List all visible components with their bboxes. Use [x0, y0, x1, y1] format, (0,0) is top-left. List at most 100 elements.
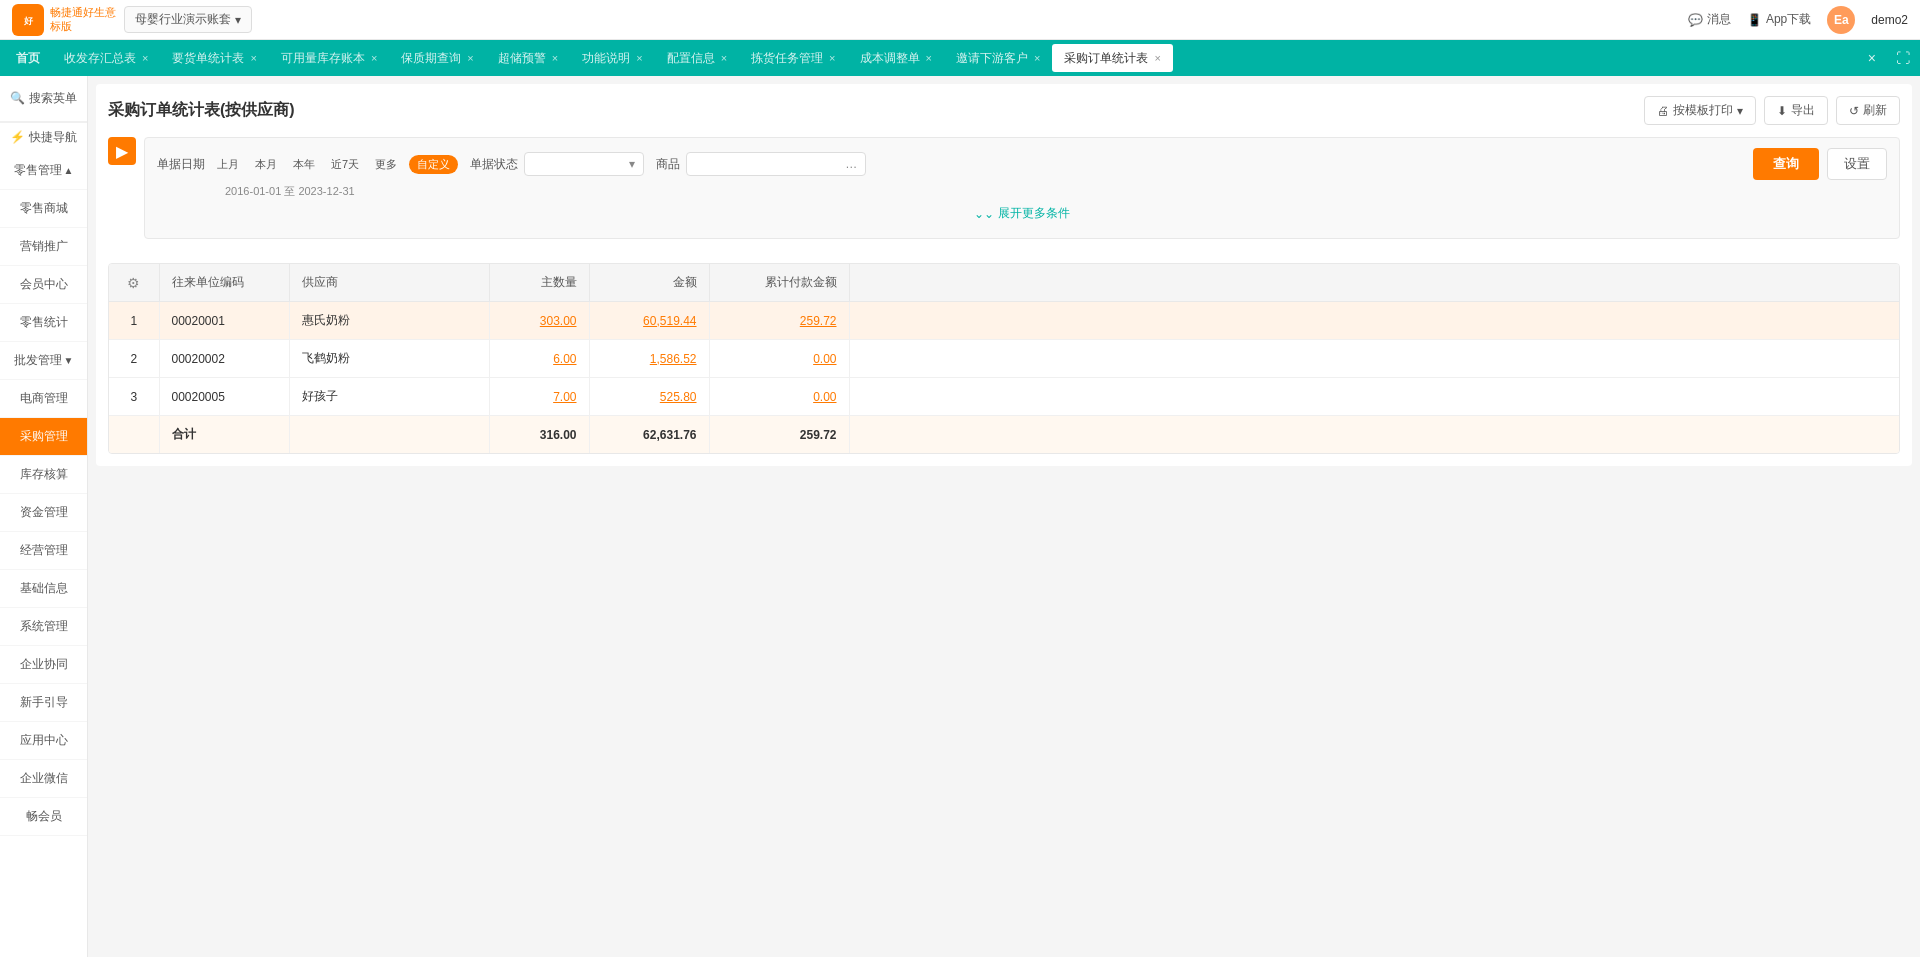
- close-icon[interactable]: ×: [371, 52, 377, 64]
- sidebar-item-member-center[interactable]: 会员中心: [0, 266, 87, 304]
- td-qty[interactable]: 303.00: [489, 302, 589, 340]
- tab-jianhuo[interactable]: 拣货任务管理 ×: [739, 44, 847, 72]
- td-amount[interactable]: 525.80: [589, 378, 709, 416]
- tab-home[interactable]: 首页: [4, 44, 52, 72]
- close-icon[interactable]: ×: [721, 52, 727, 64]
- settings-button[interactable]: 设置: [1827, 148, 1887, 180]
- nav-close-btn[interactable]: ×: [1862, 48, 1882, 68]
- expand-button[interactable]: ⌄⌄ 展开更多条件: [974, 205, 1070, 222]
- sidebar-item-finance[interactable]: 资金管理: [0, 494, 87, 532]
- sidebar-item-newbie[interactable]: 新手引导: [0, 684, 87, 722]
- td-paid[interactable]: 259.72: [709, 302, 849, 340]
- avatar[interactable]: Ea: [1827, 6, 1855, 34]
- sidebar-nav-button[interactable]: ⚡ 快捷导航: [0, 122, 87, 152]
- query-button[interactable]: 查询: [1753, 148, 1819, 180]
- tab-peizhi[interactable]: 配置信息 ×: [655, 44, 739, 72]
- nav-expand-btn[interactable]: ⛶: [1890, 48, 1916, 68]
- tab-caigou-active[interactable]: 采购订单统计表 ×: [1052, 44, 1172, 72]
- sidebar-label: 库存核算: [20, 466, 68, 483]
- td-amount[interactable]: 1,586.52: [589, 340, 709, 378]
- sidebar-item-retail-stats[interactable]: 零售统计: [0, 304, 87, 342]
- shortcut-7days[interactable]: 近7天: [325, 155, 365, 174]
- tab-shoufacun[interactable]: 收发存汇总表 ×: [52, 44, 160, 72]
- table-body: 1 00020001 惠氏奶粉 303.00 60,519.44 259.72 …: [109, 302, 1899, 416]
- page-actions: 🖨 按模板打印 ▾ ⬇ 导出 ↺ 刷新: [1644, 96, 1900, 125]
- sidebar-label: 零售商城: [20, 200, 68, 217]
- table-settings-icon[interactable]: ⚙: [127, 275, 140, 291]
- print-button[interactable]: 🖨 按模板打印 ▾: [1644, 96, 1756, 125]
- message-action[interactable]: 💬 消息: [1688, 11, 1731, 28]
- chevron-icon: ▼: [64, 355, 74, 366]
- sidebar-item-member[interactable]: 畅会员: [0, 798, 87, 836]
- close-icon[interactable]: ×: [467, 52, 473, 64]
- filter-area: 单据日期 上月 本月 本年 近7天 更多 自定义: [144, 137, 1900, 239]
- sidebar-item-app-center[interactable]: 应用中心: [0, 722, 87, 760]
- chevron-down-icon: ▾: [1737, 104, 1743, 118]
- close-icon[interactable]: ×: [829, 52, 835, 64]
- chevron-down-icon: ▾: [629, 157, 635, 171]
- app-download-action[interactable]: 📱 App下载: [1747, 11, 1811, 28]
- sidebar-label: 批发管理: [14, 352, 62, 369]
- export-icon: ⬇: [1777, 104, 1787, 118]
- filter-collapse-button[interactable]: ▶: [108, 137, 136, 165]
- sidebar-label: 营销推广: [20, 238, 68, 255]
- close-icon[interactable]: ×: [552, 52, 558, 64]
- shortcut-last-month[interactable]: 上月: [211, 155, 245, 174]
- page-title: 采购订单统计表(按供应商): [108, 100, 295, 121]
- workspace-selector[interactable]: 母婴行业演示账套 ▾: [124, 6, 252, 33]
- app-icon: 📱: [1747, 13, 1762, 27]
- status-select[interactable]: ▾: [524, 152, 644, 176]
- sidebar-item-enterprise-collab[interactable]: 企业协同: [0, 646, 87, 684]
- td-paid[interactable]: 0.00: [709, 340, 849, 378]
- sidebar-item-ecommerce[interactable]: 电商管理: [0, 380, 87, 418]
- close-icon[interactable]: ×: [142, 52, 148, 64]
- close-icon[interactable]: ×: [636, 52, 642, 64]
- sidebar-item-purchase[interactable]: 采购管理: [0, 418, 87, 456]
- shortcut-this-year[interactable]: 本年: [287, 155, 321, 174]
- sidebar-label: 系统管理: [20, 618, 68, 635]
- close-icon[interactable]: ×: [926, 52, 932, 64]
- goods-input[interactable]: …: [686, 152, 866, 176]
- tab-baozhi[interactable]: 保质期查询 ×: [389, 44, 485, 72]
- tab-chaochuyujing[interactable]: 超储预警 ×: [486, 44, 570, 72]
- sidebar-item-wechat[interactable]: 企业微信: [0, 760, 87, 798]
- sidebar-item-inventory[interactable]: 库存核算: [0, 456, 87, 494]
- tfoot-qty: 316.00: [489, 416, 589, 454]
- main-layout: 🔍 搜索英单 ⚡ 快捷导航 零售管理 ▲ 零售商城 营销推广 会员中心 零售统计…: [0, 76, 1920, 957]
- export-button[interactable]: ⬇ 导出: [1764, 96, 1828, 125]
- close-icon[interactable]: ×: [1034, 52, 1040, 64]
- th-paid: 累计付款金额: [709, 264, 849, 302]
- more-icon[interactable]: …: [845, 157, 857, 171]
- sidebar-search-button[interactable]: 🔍 搜索英单: [6, 84, 81, 113]
- td-qty[interactable]: 7.00: [489, 378, 589, 416]
- sidebar-item-wholesale[interactable]: 批发管理 ▼: [0, 342, 87, 380]
- tab-kuyongliang[interactable]: 可用量库存账本 ×: [269, 44, 389, 72]
- td-qty[interactable]: 6.00: [489, 340, 589, 378]
- td-seq: 1: [109, 302, 159, 340]
- close-icon[interactable]: ×: [1154, 52, 1160, 64]
- sidebar-item-retail-mgmt[interactable]: 零售管理 ▲: [0, 152, 87, 190]
- td-seq: 3: [109, 378, 159, 416]
- shortcut-more[interactable]: 更多: [369, 155, 403, 174]
- tab-yaohuo[interactable]: 要货单统计表 ×: [160, 44, 268, 72]
- close-icon[interactable]: ×: [250, 52, 256, 64]
- td-paid[interactable]: 0.00: [709, 378, 849, 416]
- sidebar-item-system[interactable]: 系统管理: [0, 608, 87, 646]
- tab-yaoqing[interactable]: 邀请下游客户 ×: [944, 44, 1052, 72]
- sidebar-item-operations[interactable]: 经营管理: [0, 532, 87, 570]
- th-amount: 金额: [589, 264, 709, 302]
- td-amount[interactable]: 60,519.44: [589, 302, 709, 340]
- refresh-button[interactable]: ↺ 刷新: [1836, 96, 1900, 125]
- tab-gongneng[interactable]: 功能说明 ×: [570, 44, 654, 72]
- tfoot-empty1: [109, 416, 159, 454]
- page-header: 采购订单统计表(按供应商) 🖨 按模板打印 ▾ ⬇ 导出 ↺ 刷新: [108, 96, 1900, 125]
- expand-label: 展开更多条件: [998, 205, 1070, 222]
- tab-chengben[interactable]: 成本调整单 ×: [848, 44, 944, 72]
- logo-area: 好 畅捷通好生意 标版: [12, 4, 116, 36]
- shortcut-this-month[interactable]: 本月: [249, 155, 283, 174]
- sidebar-item-basic-info[interactable]: 基础信息: [0, 570, 87, 608]
- sidebar-item-marketing[interactable]: 营销推广: [0, 228, 87, 266]
- sidebar-item-retail-mall[interactable]: 零售商城: [0, 190, 87, 228]
- date-custom-tag[interactable]: 自定义: [409, 155, 458, 174]
- nav-tabs: 首页 收发存汇总表 × 要货单统计表 × 可用量库存账本 × 保质期查询 × 超…: [0, 40, 1920, 76]
